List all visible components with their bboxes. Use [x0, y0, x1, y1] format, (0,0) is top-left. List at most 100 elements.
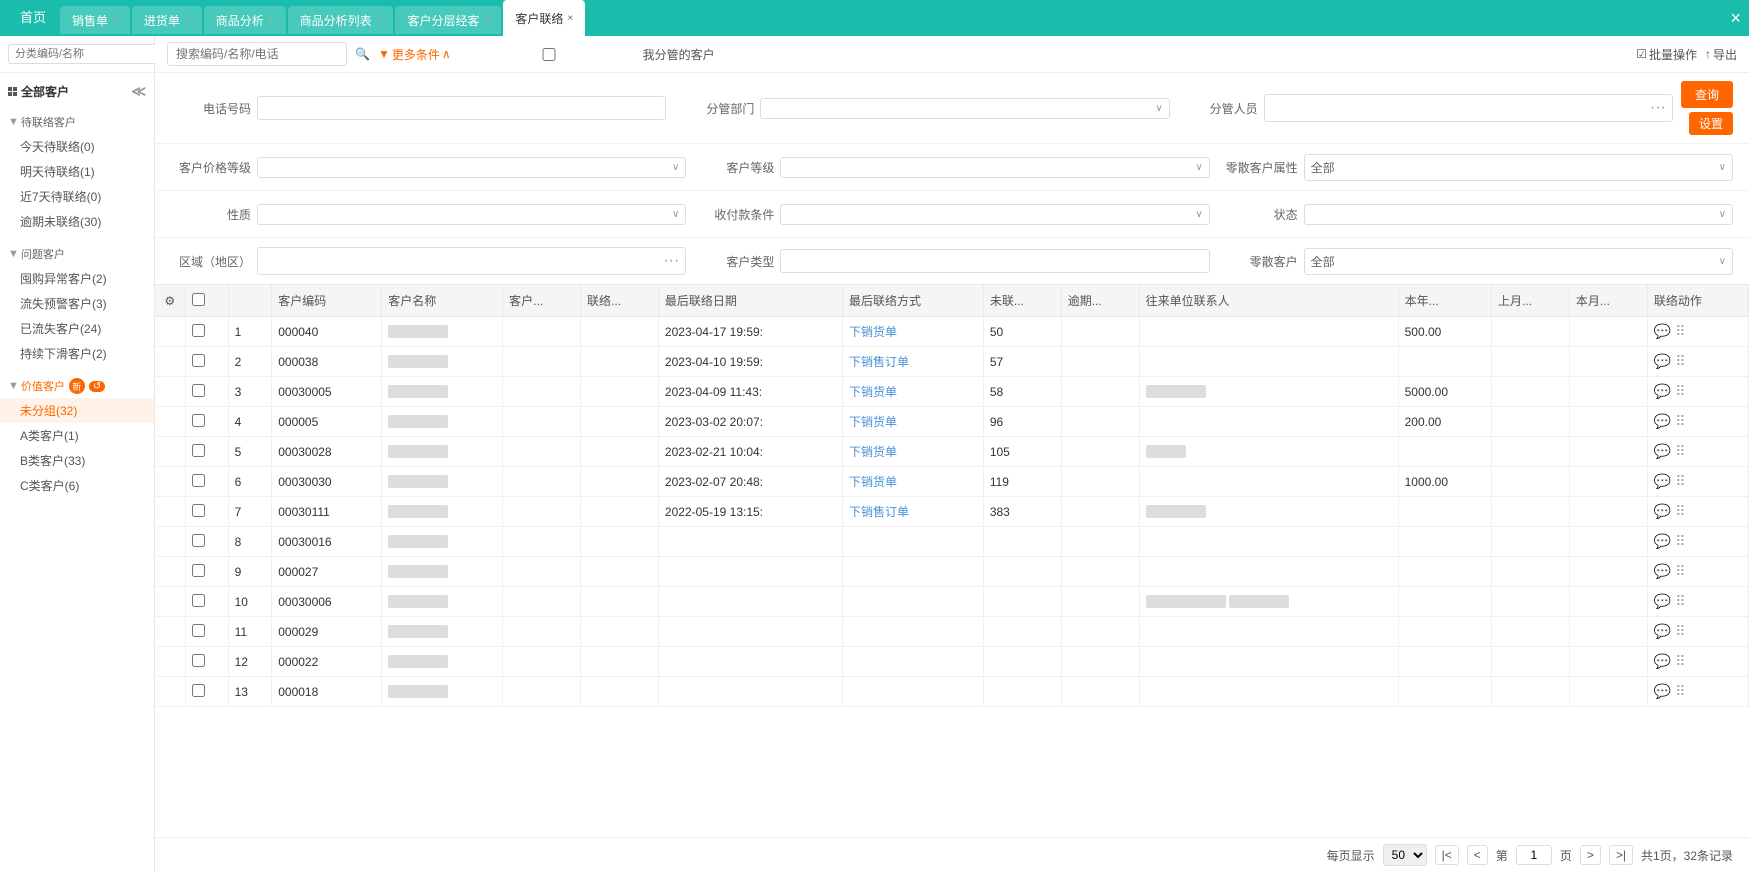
nav-tab-purchase[interactable]: 进货单 × — [132, 6, 202, 34]
col-code[interactable]: 客户编码 — [272, 285, 382, 317]
row-checkbox[interactable] — [192, 324, 205, 337]
col-overdue[interactable]: 逾期... — [1061, 285, 1139, 317]
col-contact[interactable]: 联络... — [581, 285, 659, 317]
more-icon[interactable]: ⠿ — [1675, 653, 1685, 670]
sidebar-item-loss-warning[interactable]: 流失预警客户(3) — [0, 291, 154, 316]
row-checkbox[interactable] — [192, 564, 205, 577]
message-icon[interactable]: 💬 — [1654, 443, 1671, 460]
cell-checkbox[interactable] — [185, 677, 228, 707]
search-input[interactable] — [167, 42, 347, 66]
sidebar-item-declining[interactable]: 持续下滑客户(2) — [0, 341, 154, 366]
message-icon[interactable]: 💬 — [1654, 383, 1671, 400]
more-icon[interactable]: ⠿ — [1675, 683, 1685, 700]
row-checkbox[interactable] — [192, 654, 205, 667]
message-icon[interactable]: 💬 — [1654, 473, 1671, 490]
pending-contact-title[interactable]: ▼ 待联络客户 — [0, 110, 154, 134]
row-checkbox[interactable] — [192, 624, 205, 637]
payment-select[interactable]: ∨ — [780, 204, 1209, 225]
close-tab-sales[interactable]: × — [112, 15, 118, 26]
message-icon[interactable]: 💬 — [1654, 593, 1671, 610]
col-last-method[interactable]: 最后联络方式 — [842, 285, 983, 317]
message-icon[interactable]: 💬 — [1654, 623, 1671, 640]
customer-level-select[interactable]: ∨ — [780, 157, 1209, 178]
cell-checkbox[interactable] — [185, 587, 228, 617]
col-type[interactable]: 客户... — [503, 285, 581, 317]
price-level-select[interactable]: ∨ — [257, 157, 686, 178]
close-tab-customer-contact[interactable]: × — [567, 13, 573, 24]
all-customers-header[interactable]: 全部客户 ≪ — [0, 77, 154, 106]
search-icon[interactable]: 🔍 — [355, 47, 370, 61]
col-this-month[interactable]: 本月... — [1569, 285, 1647, 317]
status-select[interactable]: ∨ — [1304, 204, 1733, 225]
manager-select[interactable]: ··· — [1264, 94, 1673, 122]
col-last-date[interactable]: 最后联络日期 — [658, 285, 842, 317]
close-all-tabs[interactable]: × — [1730, 8, 1741, 29]
sidebar-item-class-b[interactable]: B类客户(33) — [0, 448, 154, 473]
my-customer-check[interactable] — [459, 48, 639, 61]
last-method-link[interactable]: 下销售订单 — [849, 355, 909, 369]
value-customer-title[interactable]: ▼ 价值客户 新 ↺ — [0, 374, 154, 398]
col-settings[interactable]: ⚙ — [155, 285, 185, 317]
sidebar-item-lost[interactable]: 已流失客户(24) — [0, 316, 154, 341]
nav-tab-analysis[interactable]: 商品分析 × — [204, 6, 286, 34]
last-method-link[interactable]: 下销货单 — [849, 445, 897, 459]
dept-select[interactable]: ∨ — [760, 98, 1169, 119]
nav-home[interactable]: 首页 — [8, 0, 58, 36]
row-checkbox[interactable] — [192, 684, 205, 697]
next-page-btn[interactable]: > — [1580, 845, 1601, 865]
last-method-link[interactable]: 下销货单 — [849, 415, 897, 429]
more-icon[interactable]: ⠿ — [1675, 353, 1685, 370]
phone-input[interactable] — [257, 96, 666, 120]
more-icon[interactable]: ⠿ — [1675, 473, 1685, 490]
prev-page-btn[interactable]: < — [1467, 845, 1488, 865]
row-checkbox[interactable] — [192, 534, 205, 547]
sidebar-item-today[interactable]: 今天待联络(0) — [0, 134, 154, 159]
reset-btn[interactable]: 设置 — [1689, 112, 1733, 135]
last-method-link[interactable]: 下销货单 — [849, 385, 897, 399]
cell-checkbox[interactable] — [185, 467, 228, 497]
row-checkbox[interactable] — [192, 474, 205, 487]
sidebar-item-ungroup[interactable]: 未分组(32) — [0, 398, 154, 423]
nav-tab-customer-segment[interactable]: 客户分层经客 × — [395, 6, 501, 34]
row-checkbox[interactable] — [192, 444, 205, 457]
cell-checkbox[interactable] — [185, 527, 228, 557]
problem-customer-title[interactable]: ▼ 问题客户 — [0, 242, 154, 266]
message-icon[interactable]: 💬 — [1654, 683, 1671, 700]
col-name[interactable]: 客户名称 — [382, 285, 503, 317]
close-tab-analysis[interactable]: × — [268, 15, 274, 26]
more-icon[interactable]: ⠿ — [1675, 443, 1685, 460]
row-checkbox[interactable] — [192, 504, 205, 517]
row-checkbox[interactable] — [192, 594, 205, 607]
col-uncontacted[interactable]: 未联... — [983, 285, 1061, 317]
more-icon[interactable]: ⠿ — [1675, 623, 1685, 640]
last-method-link[interactable]: 下销售订单 — [849, 505, 909, 519]
nav-tab-analysis-list[interactable]: 商品分析列表 × — [288, 6, 394, 34]
more-icon[interactable]: ⠿ — [1675, 323, 1685, 340]
sidebar-item-tomorrow[interactable]: 明天待联络(1) — [0, 159, 154, 184]
first-page-btn[interactable]: |< — [1435, 845, 1459, 865]
col-this-year[interactable]: 本年... — [1398, 285, 1491, 317]
more-icon[interactable]: ⠿ — [1675, 503, 1685, 520]
select-all-checkbox[interactable] — [192, 293, 205, 306]
sidebar-search-input[interactable] — [8, 44, 164, 64]
more-conditions-btn[interactable]: ▼ 更多条件 ∧ — [378, 46, 451, 63]
nav-tab-sales[interactable]: 销售单 × — [60, 6, 130, 34]
query-btn[interactable]: 查询 — [1681, 81, 1733, 108]
sidebar-item-class-a[interactable]: A类客户(1) — [0, 423, 154, 448]
sidebar-item-class-c[interactable]: C类客户(6) — [0, 473, 154, 498]
row-checkbox[interactable] — [192, 414, 205, 427]
manager-more-icon[interactable]: ··· — [1650, 99, 1666, 117]
close-tab-customer-segment[interactable]: × — [483, 15, 489, 26]
message-icon[interactable]: 💬 — [1654, 563, 1671, 580]
cell-checkbox[interactable] — [185, 617, 228, 647]
sidebar-item-7days[interactable]: 近7天待联络(0) — [0, 184, 154, 209]
cell-checkbox[interactable] — [185, 347, 228, 377]
more-icon[interactable]: ⠿ — [1675, 563, 1685, 580]
export-btn[interactable]: ↑ 导出 — [1705, 46, 1737, 63]
col-checkbox[interactable] — [185, 285, 228, 317]
col-last-month[interactable]: 上月... — [1492, 285, 1570, 317]
message-icon[interactable]: 💬 — [1654, 413, 1671, 430]
cell-checkbox[interactable] — [185, 647, 228, 677]
cell-checkbox[interactable] — [185, 557, 228, 587]
cell-checkbox[interactable] — [185, 407, 228, 437]
